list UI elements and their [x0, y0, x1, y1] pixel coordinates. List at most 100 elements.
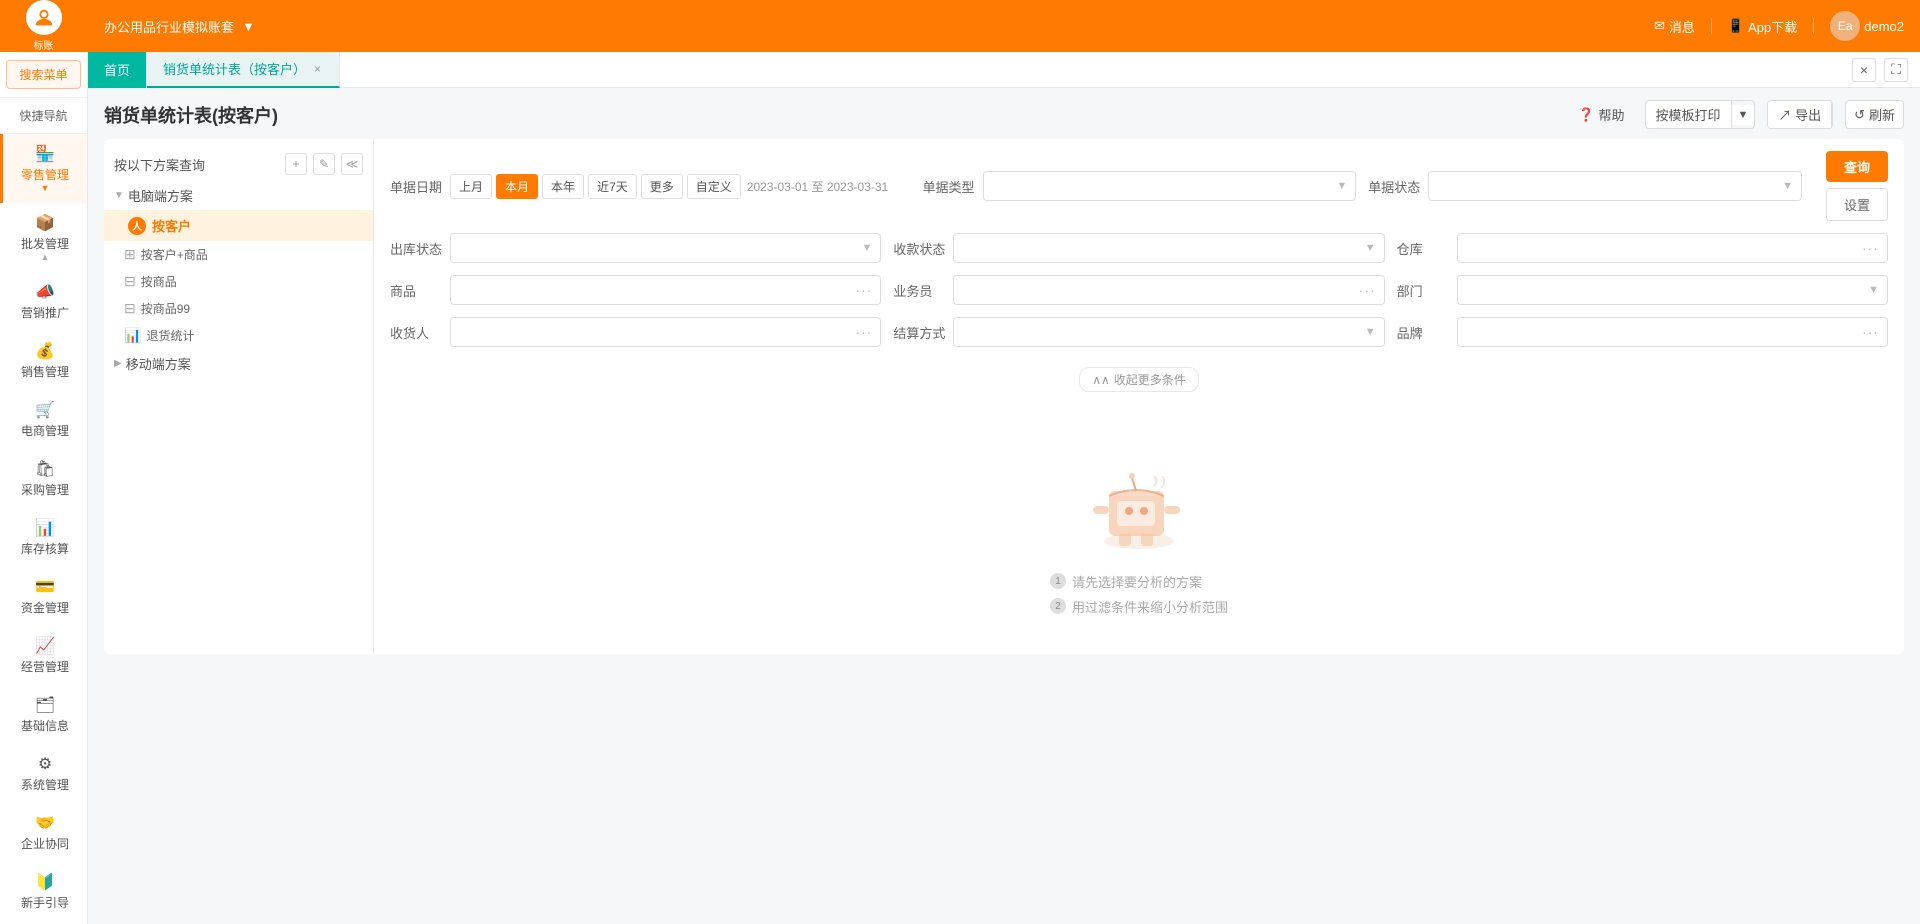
tip-text-1: 请先选择要分析的方案 [1072, 572, 1202, 591]
doc-type-label: 单据类型 [923, 177, 975, 196]
scheme-group-mobile: ▶ 移动端方案 [104, 349, 373, 378]
by-goods99-icon: ⊟ [124, 300, 136, 317]
sidebar-item-finance-label: 资金管理 [21, 599, 69, 616]
help-icon: ❓ [1578, 107, 1594, 123]
doc-type-arrow-icon: ▼ [1336, 180, 1347, 192]
app-download-icon: 📱 [1728, 18, 1744, 34]
filter-layout: 按以下方案查询 + ✎ ≪ ▼ 电脑端方案 人 [104, 139, 1904, 654]
scheme-item-by-goods[interactable]: ⊟ 按商品 [104, 268, 373, 295]
filter-form: 单据日期 上月 本月 本年 近7天 更多 自定义 2023-03-01 至 20… [374, 139, 1904, 654]
settlement-select[interactable]: ▼ [953, 317, 1384, 347]
sidebar-item-sales[interactable]: 💰 销售管理 [0, 331, 87, 390]
user-menu-button[interactable]: Ea demo2 [1830, 11, 1904, 41]
sidebar-logo-text: 标账 [34, 37, 54, 52]
mobile-group-arrow-icon: ▶ [114, 358, 122, 369]
salesperson-select[interactable]: ··· [953, 275, 1384, 305]
tab-bar: 首页 销货单统计表（按客户） × × ⛶ [88, 52, 1920, 88]
tab-sales-stats[interactable]: 销货单统计表（按客户） × [147, 52, 340, 88]
scheme-add-button[interactable]: + [285, 153, 307, 175]
scheme-item-by-goods99[interactable]: ⊟ 按商品99 [104, 295, 373, 322]
warehouse-select[interactable]: ··· [1457, 233, 1888, 263]
tab-home[interactable]: 首页 [88, 52, 147, 88]
sidebar-item-retail-label: 零售管理 [21, 166, 69, 183]
return-stats-icon: 📊 [124, 327, 141, 344]
filter-field-out-status: 出库状态 ▼ [390, 233, 881, 263]
scheme-item-by-customer-goods[interactable]: ⊞ 按客户+商品 [104, 241, 373, 268]
query-button[interactable]: 查询 [1826, 151, 1888, 182]
receipt-status-select[interactable]: ▼ [953, 233, 1384, 263]
tab-home-label: 首页 [104, 60, 130, 79]
scheme-group-desktop-header[interactable]: ▼ 电脑端方案 [104, 181, 373, 210]
tab-maximize-button[interactable]: ⛶ [1884, 58, 1908, 82]
sidebar-item-purchase[interactable]: 🛍 采购管理 [0, 449, 87, 508]
quick-nav-button[interactable]: 快捷导航 [0, 102, 87, 129]
sidebar-logo[interactable]: 标账 [0, 0, 88, 52]
filter-field-dept: 部门 ▼ [1397, 275, 1888, 305]
print-dropdown-button[interactable]: ▼ [1732, 105, 1755, 125]
date-this-month-button[interactable]: 本月 [496, 174, 538, 199]
tab-close-all-button[interactable]: × [1852, 58, 1876, 82]
export-button[interactable]: ↗ 导出 [1768, 101, 1832, 128]
setting-button[interactable]: 设置 [1826, 188, 1888, 221]
filter-row-1: 单据日期 上月 本月 本年 近7天 更多 自定义 2023-03-01 至 20… [390, 151, 1888, 221]
search-menu-button[interactable]: 搜索菜单 [6, 60, 81, 89]
empty-state: 1 请先选择要分析的方案 2 用过滤条件来缩小分析范围 [390, 396, 1888, 642]
dept-select[interactable]: ▼ [1457, 275, 1888, 305]
sidebar-item-newguide[interactable]: 🔰 新手引导 [0, 862, 87, 921]
sidebar-item-finance[interactable]: 💳 资金管理 [0, 567, 87, 626]
print-button[interactable]: 按模板打印 [1646, 101, 1732, 128]
app-download-button[interactable]: 📱 App下载 [1728, 17, 1797, 36]
scheme-edit-button[interactable]: ✎ [313, 153, 335, 175]
sidebar-item-marketing[interactable]: 📣 营销推广 [0, 272, 87, 331]
main-area: 办公用品行业模拟账套 ▼ ✉ 消息 📱 App下载 Ea demo2 [88, 0, 1920, 924]
sidebar-item-cooperation[interactable]: 🤝 企业协同 [0, 803, 87, 862]
date-more-button[interactable]: 更多 [641, 174, 683, 199]
tab-close-button[interactable]: × [312, 60, 323, 78]
refresh-button[interactable]: ↺ 刷新 [1845, 100, 1904, 129]
scheme-group-mobile-header[interactable]: ▶ 移动端方案 [104, 349, 373, 378]
scheme-item-return-stats[interactable]: 📊 退货统计 [104, 322, 373, 349]
sidebar-item-wholesale[interactable]: 📦 批发管理 ▲ [0, 203, 87, 272]
out-status-select[interactable]: ▼ [450, 233, 881, 263]
filter-row-3: 商品 ··· 业务员 ··· 部门 [390, 275, 1888, 305]
scheme-item-by-customer[interactable]: 人 按客户 [104, 210, 373, 241]
empty-tip-2: 2 用过滤条件来缩小分析范围 [1050, 597, 1228, 616]
filter-row-4: 收货人 ··· 结算方式 ▼ 品牌 [390, 317, 1888, 347]
sidebar-item-inventory[interactable]: 📊 库存核算 [0, 508, 87, 567]
brand-select[interactable]: ··· [1457, 317, 1888, 347]
date-last-month-button[interactable]: 上月 [450, 174, 492, 199]
ecommerce-icon: 🛒 [35, 400, 55, 420]
sidebar-item-system[interactable]: ⚙ 系统管理 [0, 744, 87, 803]
user-avatar: Ea [1830, 11, 1860, 41]
sidebar-nav: 快捷导航 [0, 98, 87, 134]
doc-status-select[interactable]: ▼ [1428, 171, 1802, 201]
date-this-year-button[interactable]: 本年 [542, 174, 584, 199]
consignee-select[interactable]: ··· [450, 317, 881, 347]
dropdown-arrow-icon[interactable]: ▼ [242, 19, 255, 34]
goods-select[interactable]: ··· [450, 275, 881, 305]
retail-icon: 🏪 [35, 144, 55, 164]
by-customer-goods-icon: ⊞ [124, 246, 136, 263]
collapse-button[interactable]: ∧∧ 收起更多条件 [1079, 367, 1199, 392]
export-icon: ↗ [1778, 108, 1791, 123]
by-goods99-label: 按商品99 [141, 300, 190, 317]
tip-num-2: 2 [1050, 598, 1066, 614]
sidebar-item-ecommerce[interactable]: 🛒 电商管理 [0, 390, 87, 449]
date-custom-button[interactable]: 自定义 [687, 174, 741, 199]
date-last7-button[interactable]: 近7天 [588, 174, 637, 199]
sidebar-item-operations[interactable]: 📈 经营管理 [0, 626, 87, 685]
top-header: 办公用品行业模拟账套 ▼ ✉ 消息 📱 App下载 Ea demo2 [88, 0, 1920, 52]
export-label: 导出 [1795, 108, 1821, 123]
sidebar-item-retail[interactable]: 🏪 零售管理 ▼ [0, 134, 87, 203]
message-button[interactable]: ✉ 消息 [1654, 17, 1695, 36]
dept-label: 部门 [1397, 281, 1449, 300]
action-buttons: 查询 设置 [1826, 151, 1888, 221]
sidebar-item-system-label: 系统管理 [21, 776, 69, 793]
doc-status-arrow-icon: ▼ [1782, 180, 1793, 192]
doc-type-select[interactable]: ▼ [983, 171, 1357, 201]
scheme-collapse-button[interactable]: ≪ [341, 153, 363, 175]
help-button[interactable]: ❓ 帮助 [1570, 101, 1632, 128]
sidebar-item-newguide-label: 新手引导 [21, 894, 69, 911]
warehouse-dots-icon: ··· [1862, 240, 1879, 256]
sidebar-item-basic[interactable]: 🗂 基础信息 [0, 685, 87, 744]
